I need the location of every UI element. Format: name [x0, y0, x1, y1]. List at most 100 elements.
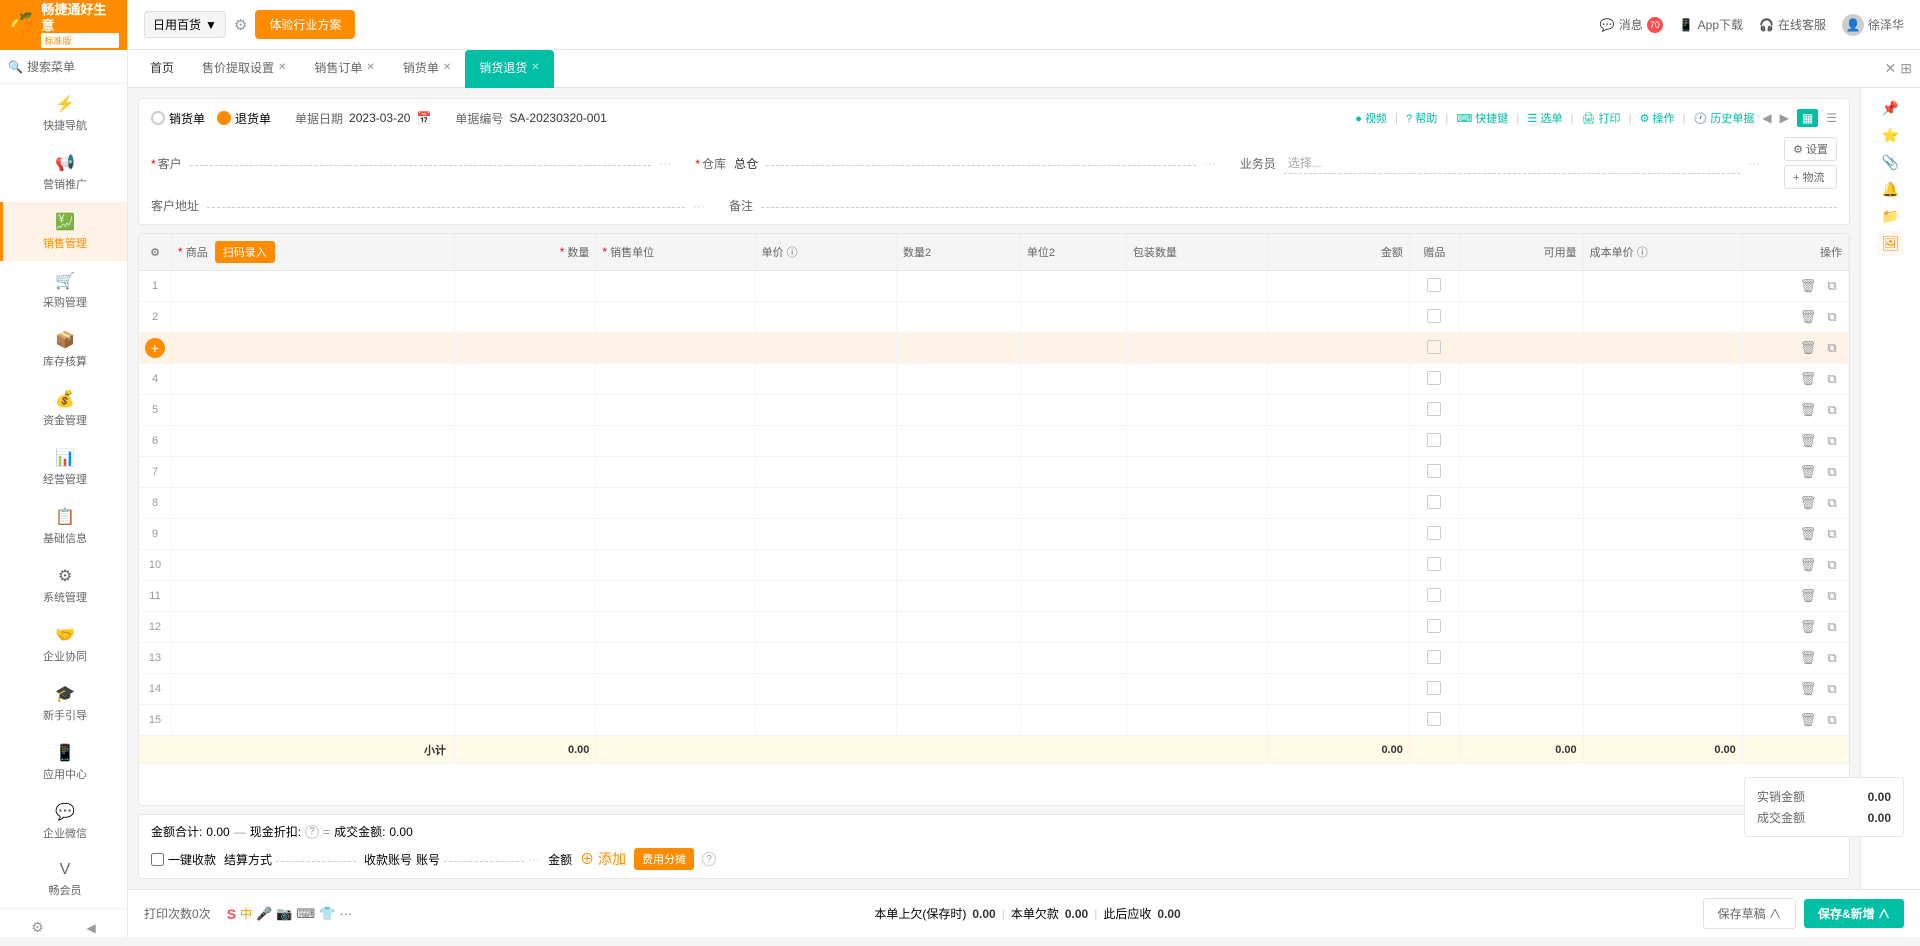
gift-checkbox-10[interactable]	[1427, 557, 1441, 571]
pack-qty-cell-3[interactable]	[1126, 333, 1267, 364]
quantity-cell-5[interactable]	[454, 395, 595, 426]
product-cell-1[interactable]	[172, 271, 455, 302]
sales-unit-cell-8[interactable]	[596, 488, 755, 519]
quantity2-cell-12[interactable]	[897, 612, 1021, 643]
gift-cell-14[interactable]	[1409, 674, 1459, 705]
quantity-cell-15[interactable]	[454, 705, 595, 736]
pack-qty-cell-2[interactable]	[1126, 302, 1267, 333]
quantity-cell-12[interactable]	[454, 612, 595, 643]
gift-cell-6[interactable]	[1409, 426, 1459, 457]
unit2-cell-6[interactable]	[1020, 426, 1126, 457]
app-download-button[interactable]: 📱 App下载	[1679, 16, 1743, 33]
available-cell-10[interactable]	[1459, 550, 1583, 581]
sales-unit-cell-7[interactable]	[596, 457, 755, 488]
copy-row-11[interactable]: ⧉	[1822, 586, 1842, 606]
copy-row-10[interactable]: ⧉	[1822, 555, 1842, 575]
cost-unit-price-cell-15[interactable]	[1583, 705, 1742, 736]
side-panel-image-icon[interactable]: 🖼	[1878, 231, 1904, 256]
cta-button[interactable]: 体验行业方案	[255, 10, 355, 39]
product-cell-12[interactable]	[172, 612, 455, 643]
docno-value[interactable]: SA-20230320-001	[509, 111, 606, 125]
unit-price-cell-3[interactable]	[755, 333, 896, 364]
pack-qty-cell-8[interactable]	[1126, 488, 1267, 519]
user-profile[interactable]: 👤 徐泽华	[1842, 14, 1904, 36]
tabs-expand-icon[interactable]: ⊞	[1900, 60, 1912, 77]
quantity2-cell-15[interactable]	[897, 705, 1021, 736]
gift-checkbox-7[interactable]	[1427, 464, 1441, 478]
cost-unit-price-cell-14[interactable]	[1583, 674, 1742, 705]
select-btn[interactable]: ☰ 选单	[1527, 110, 1562, 126]
available-cell-2[interactable]	[1459, 302, 1583, 333]
product-cell-10[interactable]	[172, 550, 455, 581]
sales-unit-cell-2[interactable]	[596, 302, 755, 333]
gift-cell-15[interactable]	[1409, 705, 1459, 736]
amount-cell-7[interactable]	[1268, 457, 1409, 488]
product-cell-2[interactable]	[172, 302, 455, 333]
tab-sales-delivery[interactable]: 销货单 ✕	[389, 50, 465, 88]
save-draft-button[interactable]: 保存草稿 ∧	[1703, 898, 1796, 929]
pack-qty-cell-9[interactable]	[1126, 519, 1267, 550]
amount-cell-3[interactable]	[1268, 333, 1409, 364]
sales-unit-cell-12[interactable]	[596, 612, 755, 643]
quantity-cell-4[interactable]	[454, 364, 595, 395]
sales-unit-cell-14[interactable]	[596, 674, 755, 705]
side-panel-bell-icon[interactable]: 🔔	[1878, 177, 1903, 202]
copy-row-2[interactable]: ⧉	[1822, 307, 1842, 327]
sidebar-item-basic-info[interactable]: 📋 基础信息	[0, 497, 127, 556]
cost-unit-price-cell-9[interactable]	[1583, 519, 1742, 550]
delete-row-9[interactable]: 🗑	[1798, 524, 1818, 544]
mic-icon[interactable]: 🎤	[256, 906, 272, 922]
unit2-cell-8[interactable]	[1020, 488, 1126, 519]
operate-btn[interactable]: ⚙ 操作	[1640, 110, 1675, 126]
gift-checkbox-14[interactable]	[1427, 681, 1441, 695]
quantity2-cell-3[interactable]	[897, 333, 1021, 364]
amount-cell-10[interactable]	[1268, 550, 1409, 581]
amount-cell-5[interactable]	[1268, 395, 1409, 426]
sales-unit-cell-13[interactable]	[596, 643, 755, 674]
copy-row-8[interactable]: ⧉	[1822, 493, 1842, 513]
sidebar-item-member[interactable]: V 畅会员	[0, 851, 127, 908]
gift-cell-1[interactable]	[1409, 271, 1459, 302]
list-view-btn[interactable]: ☰	[1826, 111, 1837, 125]
available-cell-7[interactable]	[1459, 457, 1583, 488]
quantity-cell-2[interactable]	[454, 302, 595, 333]
gift-cell-11[interactable]	[1409, 581, 1459, 612]
pack-qty-cell-5[interactable]	[1126, 395, 1267, 426]
product-cell-11[interactable]	[172, 581, 455, 612]
unit-price-cell-14[interactable]	[755, 674, 896, 705]
add-row-button[interactable]: +	[145, 338, 165, 358]
sidebar-search[interactable]: 🔍 搜索菜单	[0, 50, 127, 84]
sidebar-item-operations[interactable]: 📊 经营管理	[0, 438, 127, 497]
delete-row-2[interactable]: 🗑	[1798, 307, 1818, 327]
grid-view-btn[interactable]: ▦	[1797, 109, 1818, 127]
next-btn[interactable]: ▶	[1780, 111, 1789, 125]
unit-price-cell-11[interactable]	[755, 581, 896, 612]
sidebar-item-quick-nav[interactable]: ⚡ 快捷导航	[0, 84, 127, 143]
add-payment-button[interactable]: ⊕ 添加	[580, 849, 626, 869]
quantity-cell-8[interactable]	[454, 488, 595, 519]
tab-sales-return[interactable]: 销货退货 ✕	[465, 50, 553, 88]
gift-checkbox-6[interactable]	[1427, 433, 1441, 447]
sales-unit-cell-9[interactable]	[596, 519, 755, 550]
cost-unit-price-cell-4[interactable]	[1583, 364, 1742, 395]
sales-unit-cell-11[interactable]	[596, 581, 755, 612]
pack-qty-cell-15[interactable]	[1126, 705, 1267, 736]
gift-cell-3[interactable]	[1409, 333, 1459, 364]
tab-sales-return-close[interactable]: ✕	[531, 62, 539, 73]
amount-cell-8[interactable]	[1268, 488, 1409, 519]
available-cell-14[interactable]	[1459, 674, 1583, 705]
copy-row-1[interactable]: ⧉	[1822, 276, 1842, 296]
keyboard-icon[interactable]: ⌨	[296, 906, 315, 922]
unit-price-cell-12[interactable]	[755, 612, 896, 643]
unit-price-cell-13[interactable]	[755, 643, 896, 674]
amount-cell-15[interactable]	[1268, 705, 1409, 736]
sales-unit-cell-5[interactable]	[596, 395, 755, 426]
product-cell-4[interactable]	[172, 364, 455, 395]
sales-unit-cell-10[interactable]	[596, 550, 755, 581]
cost-unit-price-cell-10[interactable]	[1583, 550, 1742, 581]
delete-row-8[interactable]: 🗑	[1798, 493, 1818, 513]
gift-checkbox-5[interactable]	[1427, 402, 1441, 416]
logistics-side-btn[interactable]: + 物流	[1784, 165, 1837, 189]
quantity-cell-10[interactable]	[454, 550, 595, 581]
gift-checkbox-3[interactable]	[1427, 340, 1441, 354]
